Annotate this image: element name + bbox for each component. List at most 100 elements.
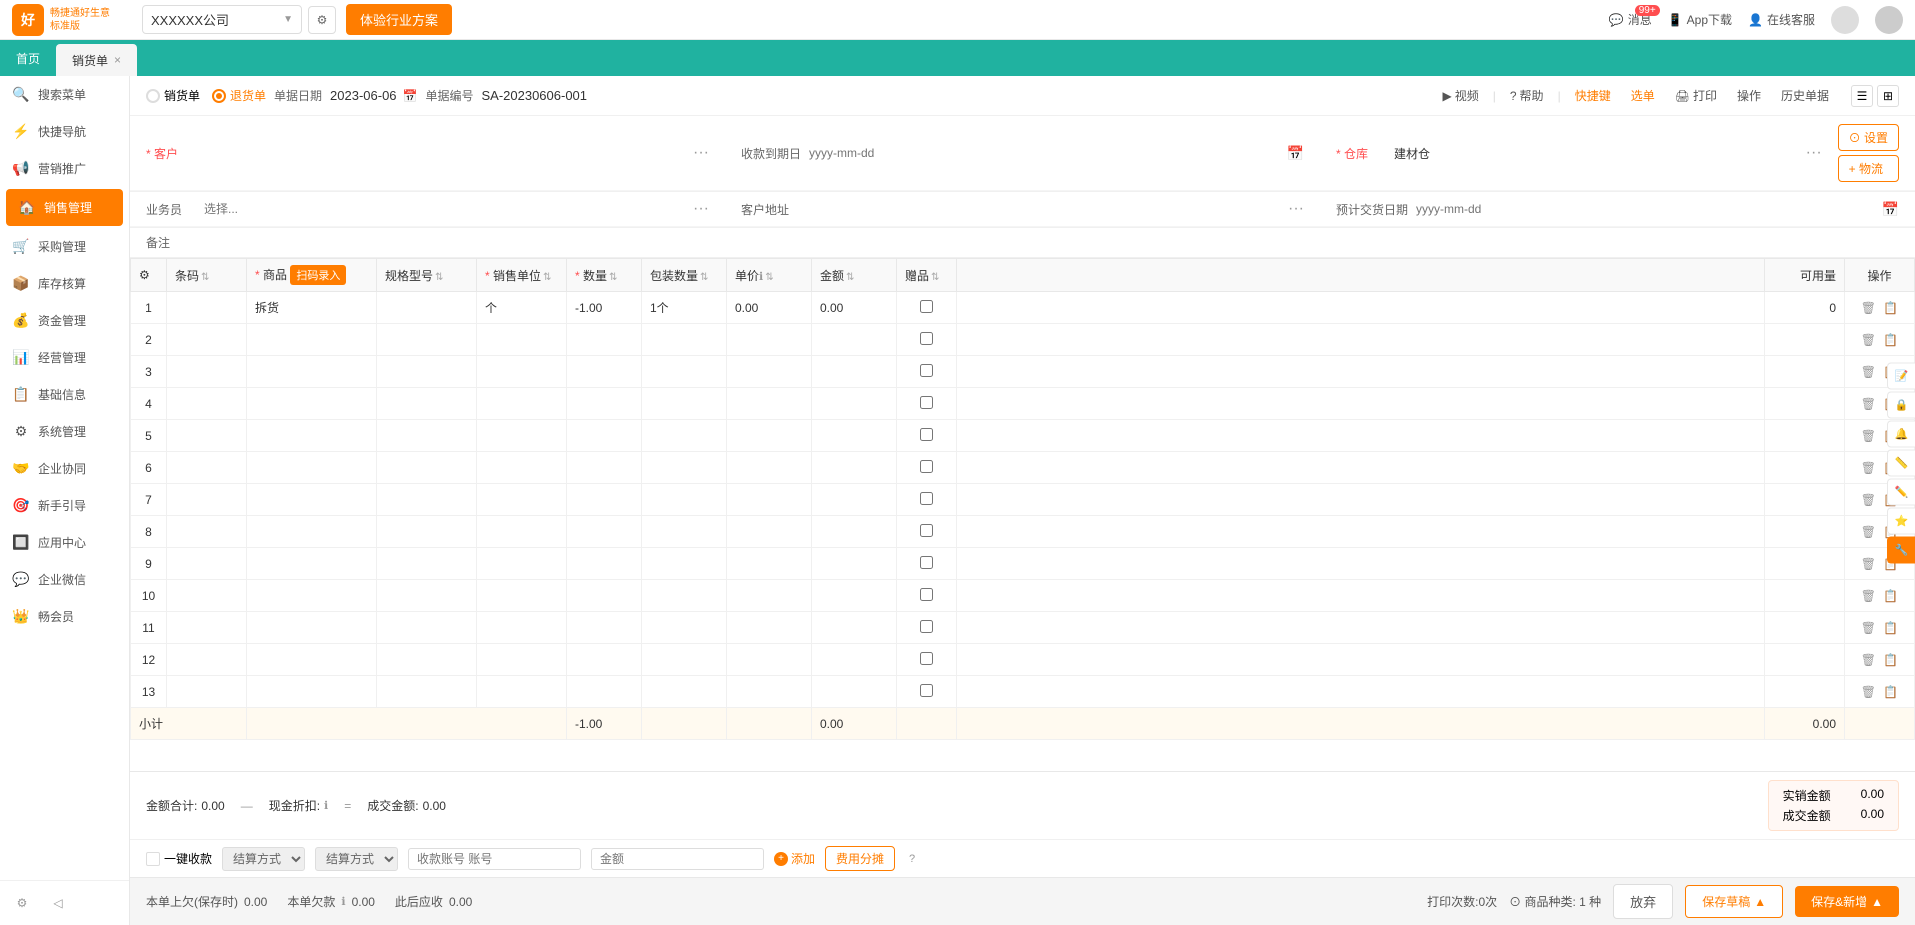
history-btn[interactable]: 历史单据 [1775, 84, 1835, 107]
print-btn[interactable]: 🖨 打印 [1669, 84, 1723, 107]
gift-checkbox[interactable] [920, 556, 933, 569]
scan-btn[interactable]: 扫码录入 [290, 265, 346, 285]
gift-checkbox[interactable] [920, 620, 933, 633]
payment-date-input[interactable] [809, 146, 1279, 160]
row-amount[interactable] [812, 580, 897, 612]
row-unit[interactable]: 个 [477, 292, 567, 324]
pkg-sort-icon[interactable]: ⇅ [700, 272, 708, 283]
gift-checkbox[interactable] [920, 428, 933, 441]
row-product[interactable] [247, 356, 377, 388]
row-amount[interactable] [812, 612, 897, 644]
settings-icon[interactable]: ⚙ [308, 6, 336, 34]
row-price[interactable] [727, 676, 812, 708]
delete-icon[interactable]: 🗑 [1861, 525, 1876, 539]
tab-sale-order[interactable]: 销货单 × [56, 44, 137, 76]
account-select[interactable]: 结算方式 [315, 847, 398, 871]
row-gift[interactable] [897, 356, 957, 388]
copy-icon[interactable]: 📋 [1883, 589, 1898, 603]
sidebar-settings-btn[interactable]: ⚙ [8, 889, 36, 917]
row-gift[interactable] [897, 324, 957, 356]
fee-split-btn[interactable]: 费用分摊 [825, 846, 895, 871]
row-unit[interactable] [477, 644, 567, 676]
row-qty[interactable] [567, 356, 642, 388]
row-barcode[interactable] [167, 676, 247, 708]
one-click-payment-checkbox[interactable]: 一键收款 [146, 850, 212, 867]
row-qty[interactable] [567, 388, 642, 420]
row-unit[interactable] [477, 324, 567, 356]
row-unit[interactable] [477, 452, 567, 484]
row-pkgqty[interactable] [642, 516, 727, 548]
expected-date-input[interactable] [1416, 202, 1874, 216]
row-gift[interactable] [897, 676, 957, 708]
row-gift[interactable] [897, 452, 957, 484]
addr-dots-icon[interactable]: ··· [1288, 200, 1304, 218]
row-barcode[interactable] [167, 388, 247, 420]
radio-sale-order[interactable]: 销货单 [146, 87, 200, 104]
row-spec[interactable] [377, 484, 477, 516]
row-qty[interactable] [567, 420, 642, 452]
row-unit[interactable] [477, 548, 567, 580]
shortcut-btn[interactable]: 快捷键 [1569, 84, 1617, 107]
radio-return-order[interactable]: 退货单 [212, 87, 266, 104]
sidebar-item-inventory[interactable]: 📦 库存核算 [0, 265, 129, 302]
row-price[interactable] [727, 388, 812, 420]
sidebar-item-marketing[interactable]: 📢 营销推广 [0, 150, 129, 187]
tab-close-icon[interactable]: × [114, 53, 121, 67]
row-spec[interactable] [377, 388, 477, 420]
gift-checkbox[interactable] [920, 524, 933, 537]
row-product[interactable] [247, 612, 377, 644]
row-amount[interactable] [812, 388, 897, 420]
delete-icon[interactable]: 🗑 [1861, 397, 1876, 411]
salesman-input[interactable] [204, 202, 685, 216]
row-price[interactable] [727, 484, 812, 516]
save-new-btn[interactable]: 保存&新增 ▲ [1795, 886, 1899, 917]
gift-checkbox[interactable] [920, 332, 933, 345]
row-product[interactable] [247, 548, 377, 580]
date-value[interactable]: 2023-06-06 [330, 88, 397, 103]
row-spec[interactable] [377, 516, 477, 548]
spec-sort-icon[interactable]: ⇅ [435, 272, 443, 283]
video-btn[interactable]: ▶ 视频 [1436, 84, 1484, 107]
row-pkgqty[interactable] [642, 388, 727, 420]
price-sort-icon[interactable]: ⇅ [765, 272, 773, 283]
row-unit[interactable] [477, 612, 567, 644]
cumulative-info-icon[interactable]: ℹ [341, 895, 345, 908]
settings-action-btn[interactable]: ⊙ 设置 [1838, 124, 1899, 151]
delete-icon[interactable]: 🗑 [1861, 365, 1876, 379]
row-gift[interactable] [897, 548, 957, 580]
delete-icon[interactable]: 🗑 [1861, 301, 1876, 315]
row-price[interactable] [727, 612, 812, 644]
expected-calendar-icon[interactable]: 📅 [1882, 201, 1899, 218]
row-price[interactable] [727, 420, 812, 452]
settle-method-select[interactable]: 结算方式 [222, 847, 305, 871]
row-unit[interactable] [477, 516, 567, 548]
tab-home[interactable]: 首页 [0, 40, 56, 76]
row-pkgqty[interactable] [642, 644, 727, 676]
delete-icon[interactable]: 🗑 [1861, 493, 1876, 507]
row-unit[interactable] [477, 388, 567, 420]
row-product[interactable] [247, 644, 377, 676]
row-qty[interactable] [567, 324, 642, 356]
sidebar-collapse-btn[interactable]: ◁ [44, 889, 72, 917]
row-amount[interactable] [812, 452, 897, 484]
gift-checkbox[interactable] [920, 492, 933, 505]
row-pkgqty[interactable] [642, 676, 727, 708]
row-product[interactable] [247, 420, 377, 452]
float-btn-4[interactable]: 📏 [1887, 449, 1915, 476]
row-qty[interactable] [567, 676, 642, 708]
delete-icon[interactable]: 🗑 [1861, 429, 1876, 443]
row-barcode[interactable] [167, 548, 247, 580]
row-price[interactable] [727, 356, 812, 388]
row-unit[interactable] [477, 676, 567, 708]
delete-icon[interactable]: 🗑 [1861, 653, 1876, 667]
row-product[interactable]: 拆货 [247, 292, 377, 324]
row-amount[interactable] [812, 516, 897, 548]
row-gift[interactable] [897, 516, 957, 548]
row-barcode[interactable] [167, 452, 247, 484]
float-btn-3[interactable]: 🔔 [1887, 420, 1915, 447]
calendar-icon[interactable]: 📅 [403, 89, 418, 103]
row-qty[interactable] [567, 612, 642, 644]
sidebar-item-members[interactable]: 👑 畅会员 [0, 598, 129, 635]
row-qty[interactable]: -1.00 [567, 292, 642, 324]
row-amount[interactable]: 0.00 [812, 292, 897, 324]
